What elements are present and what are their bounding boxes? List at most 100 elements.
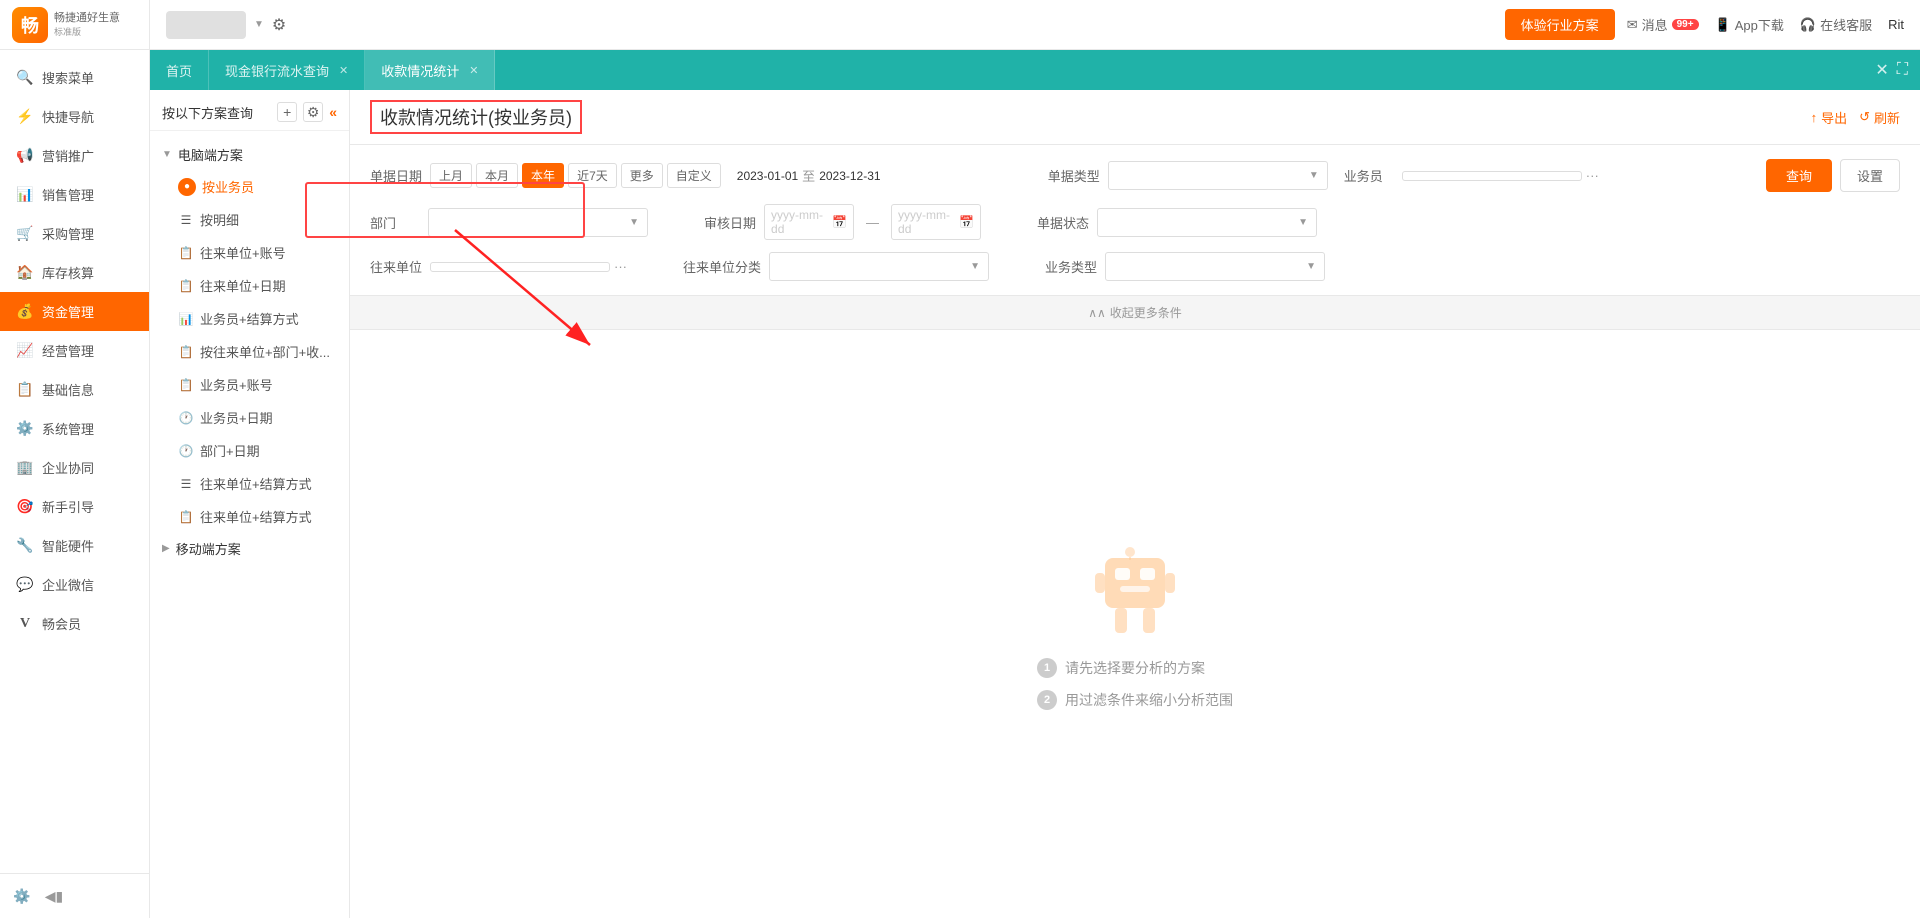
query-button[interactable]: 查询 [1766,159,1832,192]
calendar-to-icon: 📅 [959,215,974,229]
topbar-right: ✉ 消息 99+ 📱 App下载 🎧 在线客服 Rit [1627,15,1904,34]
sidebar-item-sales[interactable]: 📊销售管理 [0,175,149,214]
collapse-button[interactable]: ∧∧ 收起更多条件 [1088,304,1182,321]
export-button[interactable]: ↑ 导出 [1811,108,1848,127]
tab-close-all-icon[interactable]: ✕ [1875,60,1888,80]
settings-bottom-icon[interactable]: ⚙️ [12,886,32,906]
sidebar-item-quick[interactable]: ⚡快捷导航 [0,97,149,136]
sidebar-item-operation[interactable]: 📈经营管理 [0,331,149,370]
review-date-from[interactable]: yyyy-mm-dd 📅 [764,204,854,240]
message-badge: 99+ [1672,19,1699,30]
logo-icon: 畅 [12,7,48,43]
tabbar: 首页 现金银行流水查询 ✕ 收款情况统计 ✕ ✕ ⛶ [150,50,1920,90]
sidebar-item-hardware[interactable]: 🔧智能硬件 [0,526,149,565]
partner-category-select[interactable]: ▼ [769,252,989,281]
doc-status-select[interactable]: ▼ [1097,208,1317,237]
filter-doc-status-item: 单据状态 ▼ [1037,208,1317,237]
salesman-input-wrap: ··· [1402,168,1599,183]
tab-bank[interactable]: 现金银行流水查询 ✕ [209,50,365,90]
quick-icon: ⚡ [16,108,34,126]
topbar-settings-icon[interactable]: ⚙ [272,15,286,35]
scheme-group-desktop-header[interactable]: ▼ 电脑端方案 [150,139,349,170]
scheme-group-mobile: ▶ 移动端方案 [150,533,349,564]
scheme-list: ▼ 电脑端方案 ● 按业务员 ☰ 按明细 📋 往来单位+账号 [150,131,349,918]
sidebar-item-search[interactable]: 🔍搜索菜单 [0,58,149,97]
marketing-icon: 📢 [16,147,34,165]
app-download-icon: 📱 [1715,17,1731,33]
sidebar-item-system[interactable]: ⚙️系统管理 [0,409,149,448]
scheme-item-by-salesman[interactable]: ● 按业务员 [150,170,349,203]
filter-dept-item: 部门 ▼ [370,208,648,237]
scheme-item-partner-date[interactable]: 📋 往来单位+日期 [150,269,349,302]
collapse-sidebar-icon[interactable]: ◀▮ [44,886,64,906]
scheme-group-desktop: ▼ 电脑端方案 ● 按业务员 ☰ 按明细 📋 往来单位+账号 [150,139,349,533]
scheme-item-partner-settlement2[interactable]: 📋 往来单位+结算方式 [150,500,349,533]
sales-icon: 📊 [16,186,34,204]
message-item[interactable]: ✉ 消息 99+ [1627,15,1699,34]
tab-home[interactable]: 首页 [150,50,209,90]
online-service-item[interactable]: 🎧 在线客服 [1800,15,1872,34]
sidebar-item-corp[interactable]: 🏢企业协同 [0,448,149,487]
date-btn-this-month[interactable]: 本月 [476,163,518,188]
tab-collection-close[interactable]: ✕ [469,64,478,77]
date-btn-7days[interactable]: 近7天 [568,163,617,188]
dept-select[interactable]: ▼ [428,208,648,237]
review-date-to[interactable]: yyyy-mm-dd 📅 [891,204,981,240]
date-btn-this-year[interactable]: 本年 [522,163,564,188]
salesman-dots[interactable]: ··· [1586,168,1599,183]
date-btn-last-month[interactable]: 上月 [430,163,472,188]
trial-button[interactable]: 体验行业方案 [1505,9,1615,40]
scheme-group-mobile-arrow: ▶ [162,543,170,554]
scheme-group-mobile-header[interactable]: ▶ 移动端方案 [150,533,349,564]
scheme-add-button[interactable]: + [277,102,297,122]
sidebar-item-vip[interactable]: V畅会员 [0,604,149,643]
doc-type-select[interactable]: ▼ [1108,161,1328,190]
date-btn-group: 上月 本月 本年 近7天 更多 自定义 [430,163,721,188]
sidebar-bottom: ⚙️ ◀▮ [0,873,149,918]
scheme-item-by-detail[interactable]: ☰ 按明细 [150,203,349,236]
topbar: ▼ ⚙ 体验行业方案 ✉ 消息 99+ 📱 App下载 🎧 在线客服 Rit [150,0,1920,50]
refresh-button[interactable]: ↺ 刷新 [1859,108,1900,127]
sidebar: 畅 畅捷通好生意 标准版 🔍搜索菜单 ⚡快捷导航 📢营销推广 📊销售管理 🛒采购… [0,0,150,918]
wechat-icon: 💬 [16,576,34,594]
scheme-settings-button[interactable]: ⚙ [303,102,323,122]
tab-bank-close[interactable]: ✕ [339,64,348,77]
date-btn-custom[interactable]: 自定义 [667,163,721,188]
content-area: 收款情况统计(按业务员) ↑ 导出 ↺ 刷新 单据日期 [350,90,1920,918]
date-to-display: 2023-12-31 [819,169,880,183]
biz-type-select[interactable]: ▼ [1105,252,1325,281]
dept-label: 部门 [370,213,420,232]
sidebar-item-wechat[interactable]: 💬企业微信 [0,565,149,604]
partner-input[interactable] [430,262,610,272]
date-btn-more[interactable]: 更多 [621,163,663,188]
app-download-item[interactable]: 📱 App下载 [1715,15,1784,34]
sidebar-item-marketing[interactable]: 📢营销推广 [0,136,149,175]
partner-dots[interactable]: ··· [614,259,627,274]
scheme-item-salesman-date[interactable]: 🕐 业务员+日期 [150,401,349,434]
active-scheme-icon: ● [178,178,196,196]
page-header: 收款情况统计(按业务员) ↑ 导出 ↺ 刷新 [350,90,1920,145]
scheme-actions: + ⚙ « [277,102,337,122]
tab-expand-icon[interactable]: ⛶ [1897,61,1908,79]
search-icon: 🔍 [16,69,34,87]
salesman-account-icon: 📋 [178,377,194,393]
scheme-item-partner-settlement1[interactable]: ☰ 往来单位+结算方式 [150,467,349,500]
scheme-item-salesman-account[interactable]: 📋 业务员+账号 [150,368,349,401]
user-dropdown-arrow[interactable]: ▼ [254,19,264,30]
scheme-collapse-button[interactable]: « [329,104,337,120]
scheme-item-partner-dept[interactable]: 📋 按往来单位+部门+收... [150,335,349,368]
scheme-item-dept-date[interactable]: 🕐 部门+日期 [150,434,349,467]
tab-collection[interactable]: 收款情况统计 ✕ [365,50,495,90]
scheme-item-partner-account[interactable]: 📋 往来单位+账号 [150,236,349,269]
sidebar-item-inventory[interactable]: 🏠库存核算 [0,253,149,292]
sidebar-item-basic[interactable]: 📋基础信息 [0,370,149,409]
filter-settings-button[interactable]: 设置 [1840,159,1900,192]
salesman-input[interactable] [1402,171,1582,181]
sidebar-item-purchase[interactable]: 🛒采购管理 [0,214,149,253]
sidebar-item-guide[interactable]: 🎯新手引导 [0,487,149,526]
sidebar-item-finance[interactable]: 💰资金管理 [0,292,149,331]
tip-item-1: 1 请先选择要分析的方案 [1037,658,1233,678]
scheme-item-salesman-payment[interactable]: 📊 业务员+结算方式 [150,302,349,335]
partner-category-arrow: ▼ [970,261,980,272]
guide-icon: 🎯 [16,498,34,516]
